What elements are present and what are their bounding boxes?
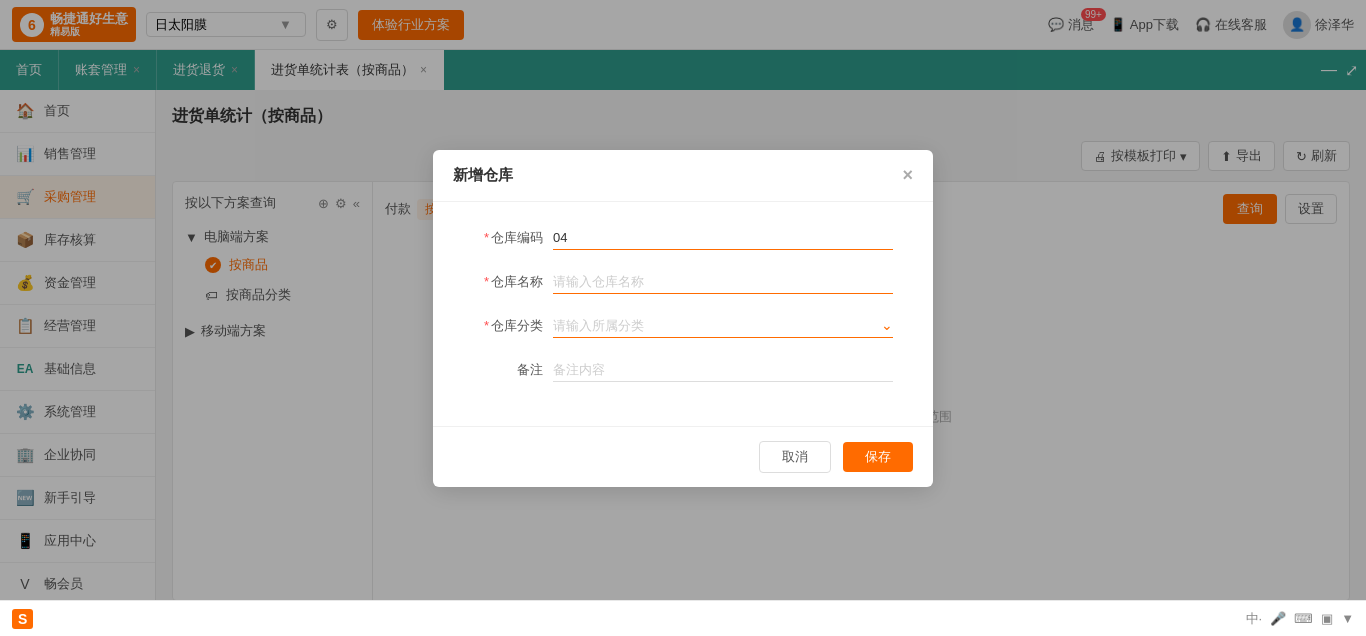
save-button[interactable]: 保存 [843,442,913,472]
warehouse-category-row: 仓库分类 ⌄ [473,314,893,338]
modal-body: 仓库编码 仓库名称 仓库分类 ⌄ 备注 [433,202,933,426]
status-bar-left: S [12,609,33,629]
warehouse-name-label: 仓库名称 [473,273,543,291]
status-arrow-icon[interactable]: ▼ [1341,611,1354,626]
category-dropdown-icon[interactable]: ⌄ [881,317,893,333]
warehouse-category-wrapper: ⌄ [553,314,893,338]
modal-close-button[interactable]: × [902,166,913,184]
warehouse-name-input[interactable] [553,270,893,294]
warehouse-note-label: 备注 [473,361,543,379]
warehouse-category-input[interactable] [553,314,881,337]
warehouse-code-label: 仓库编码 [473,229,543,247]
modal-title: 新增仓库 [453,166,513,185]
modal-footer: 取消 保存 [433,426,933,487]
status-grid-icon[interactable]: ▣ [1321,611,1333,626]
warehouse-category-label: 仓库分类 [473,317,543,335]
warehouse-note-row: 备注 [473,358,893,382]
modal-overlay: 新增仓库 × 仓库编码 仓库名称 仓库分类 ⌄ [0,0,1366,636]
status-bar-right: 中· 🎤 ⌨ ▣ ▼ [1246,610,1355,628]
warehouse-code-row: 仓库编码 [473,226,893,250]
new-warehouse-modal: 新增仓库 × 仓库编码 仓库名称 仓库分类 ⌄ [433,150,933,487]
warehouse-name-row: 仓库名称 [473,270,893,294]
status-lang[interactable]: 中· [1246,610,1263,628]
status-bar: S 中· 🎤 ⌨ ▣ ▼ [0,600,1366,636]
warehouse-code-input[interactable] [553,226,893,250]
modal-header: 新增仓库 × [433,150,933,202]
cancel-button[interactable]: 取消 [759,441,831,473]
status-logo: S [12,609,33,629]
status-mic-icon[interactable]: 🎤 [1270,611,1286,626]
warehouse-note-input[interactable] [553,358,893,382]
status-keyboard-icon[interactable]: ⌨ [1294,611,1313,626]
